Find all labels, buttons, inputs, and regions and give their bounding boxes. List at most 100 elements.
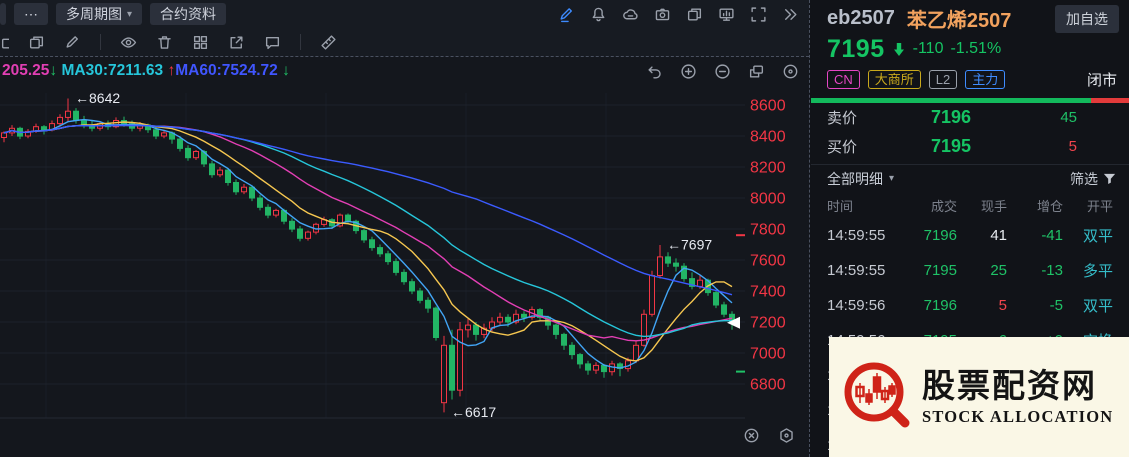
multi-period-dropdown[interactable]: 多周期图 ▾ [56,3,142,25]
market-tag: 主力 [965,70,1005,89]
ma-line-ma30 [4,125,732,336]
ask-price: 7196 [891,107,1011,128]
symbol-name: 苯乙烯2507 [907,4,1012,33]
zoom-out-icon[interactable] [714,63,731,80]
svg-text:7400: 7400 [750,284,786,301]
buy-ratio-segment [811,98,1091,103]
market-tag: CN [827,70,860,89]
tags-row: CN 大商所 L2 主力 闭市 [811,64,1129,94]
ma-indicator-row: 205.25↓ MA30:7211.63 ↑MA60:7524.72 ↓ [0,58,809,84]
funnel-icon [1102,171,1117,186]
double-chevron-right-icon[interactable] [782,6,799,23]
copy-icon[interactable] [686,6,703,23]
bid-qty: 5 [1011,138,1077,155]
price-annotation: ←8642 [75,90,120,106]
watermark-en: STOCK ALLOCATION [922,407,1113,427]
bid-row[interactable]: 买价 7195 5 [811,132,1129,161]
stock-magnifier-logo-icon [839,359,915,435]
chart-toolbar-drawing [0,28,809,57]
duplicate-icon[interactable] [28,34,45,51]
filter-button[interactable]: 筛选 [1070,169,1117,189]
candlestick-chart[interactable]: 8600840082008000780076007400720070006800… [0,85,810,447]
trade-table-header: 时间 成交 现手 增仓 开平 [811,192,1129,218]
svg-text:7800: 7800 [750,222,786,239]
ma-indicator-segment: MA60:7524.72 [175,62,282,79]
svg-text:8400: 8400 [750,129,786,146]
clipped-button[interactable] [0,3,6,25]
add-watchlist-button[interactable]: 加自选 [1055,5,1119,33]
trade-row[interactable]: 14:59:5671965-5双平 [811,288,1129,323]
eye-icon[interactable] [120,34,137,51]
svg-text:8600: 8600 [750,98,786,115]
price-change: -110 [913,40,944,58]
chart-top-icons [558,6,809,23]
bid-price: 7195 [891,136,1011,157]
ruler-icon[interactable] [320,34,337,51]
chart-bottom-icons [743,427,795,444]
buy-sell-ratio-bar [811,98,1129,103]
monitor-chart-icon[interactable] [718,6,735,23]
chevron-down-icon[interactable]: ▾ [889,173,894,184]
details-toolbar: 全部明细 ▾ 筛选 [811,164,1129,192]
close-circle-icon[interactable] [743,427,760,444]
pencil-icon[interactable] [64,34,81,51]
ma-line-ma20 [4,125,732,340]
market-tag: L2 [929,70,957,89]
ma-indicator-segment: ↓ [49,62,57,79]
quote-panel: eb2507 苯乙烯2507 加自选 7195 -110 -1.51% CN 大商… [811,0,1129,457]
cloud-icon[interactable] [622,6,639,23]
ma-line-ma60 [4,125,732,294]
svg-text:8200: 8200 [750,160,786,177]
watermark-cn: 股票配资网 [922,368,1113,404]
trading-app: ⋯ 多周期图 ▾ 合约资料 [0,0,1129,457]
ma-indicator-segment: 205.25 [2,62,49,79]
edit-icon[interactable] [558,6,575,23]
layout-blocks-icon[interactable] [192,34,209,51]
trade-row[interactable]: 14:59:55719641-41双平 [811,218,1129,253]
comment-icon[interactable] [264,34,281,51]
ma-indicator-segment: ↓ [282,62,290,79]
market-tags: CN 大商所 L2 主力 [827,70,1005,89]
windows-layout-icon[interactable] [748,63,765,80]
price-annotation: ←6617 [451,404,496,420]
zoom-in-icon[interactable] [680,63,697,80]
chart-toolbar-top: ⋯ 多周期图 ▾ 合约资料 [0,0,809,28]
contract-info-button[interactable]: 合约资料 [150,3,226,25]
watermark: 股票配资网 STOCK ALLOCATION [829,337,1129,457]
undo-icon[interactable] [646,63,663,80]
sell-ratio-segment [1091,98,1129,103]
trade-row[interactable]: 14:59:55719525-13多平 [811,253,1129,288]
fullscreen-icon[interactable] [750,6,767,23]
market-tag: 大商所 [868,70,921,89]
divider [100,34,101,50]
open-external-icon[interactable] [228,34,245,51]
hexagon-settings-icon[interactable] [778,427,795,444]
camera-icon[interactable] [654,6,671,23]
ma-indicator-segment: MA30:7211.63 [57,62,167,79]
watermark-text: 股票配资网 STOCK ALLOCATION [922,368,1113,427]
svg-text:6800: 6800 [750,377,786,394]
ma-indicator-values: 205.25↓ MA30:7211.63 ↑MA60:7524.72 ↓ [2,62,290,80]
ask-qty: 45 [1011,109,1077,126]
svg-text:7200: 7200 [750,315,786,332]
chart-action-icons [646,63,809,80]
price-annotation: ←7697 [667,237,712,253]
ask-row[interactable]: 卖价 7196 45 [811,103,1129,132]
market-status: 闭市 [1087,69,1129,90]
more-button[interactable]: ⋯ [14,3,48,25]
details-dropdown[interactable]: 全部明细 [827,169,883,189]
last-price: 7195 [827,35,885,64]
divider [300,34,301,50]
chevron-down-icon: ▾ [127,9,132,20]
chart-widget: ⋯ 多周期图 ▾ 合约资料 [0,0,810,457]
settings-gear-icon[interactable] [782,63,799,80]
svg-text:7600: 7600 [750,253,786,270]
svg-text:8000: 8000 [750,191,786,208]
price-row: 7195 -110 -1.51% [811,34,1129,64]
price-change-pct: -1.51% [950,40,1001,58]
price-down-arrow-icon [892,42,906,57]
symbol-code: eb2507 [827,7,895,30]
bell-icon[interactable] [590,6,607,23]
clipped-icon[interactable] [0,34,9,51]
trash-icon[interactable] [156,34,173,51]
